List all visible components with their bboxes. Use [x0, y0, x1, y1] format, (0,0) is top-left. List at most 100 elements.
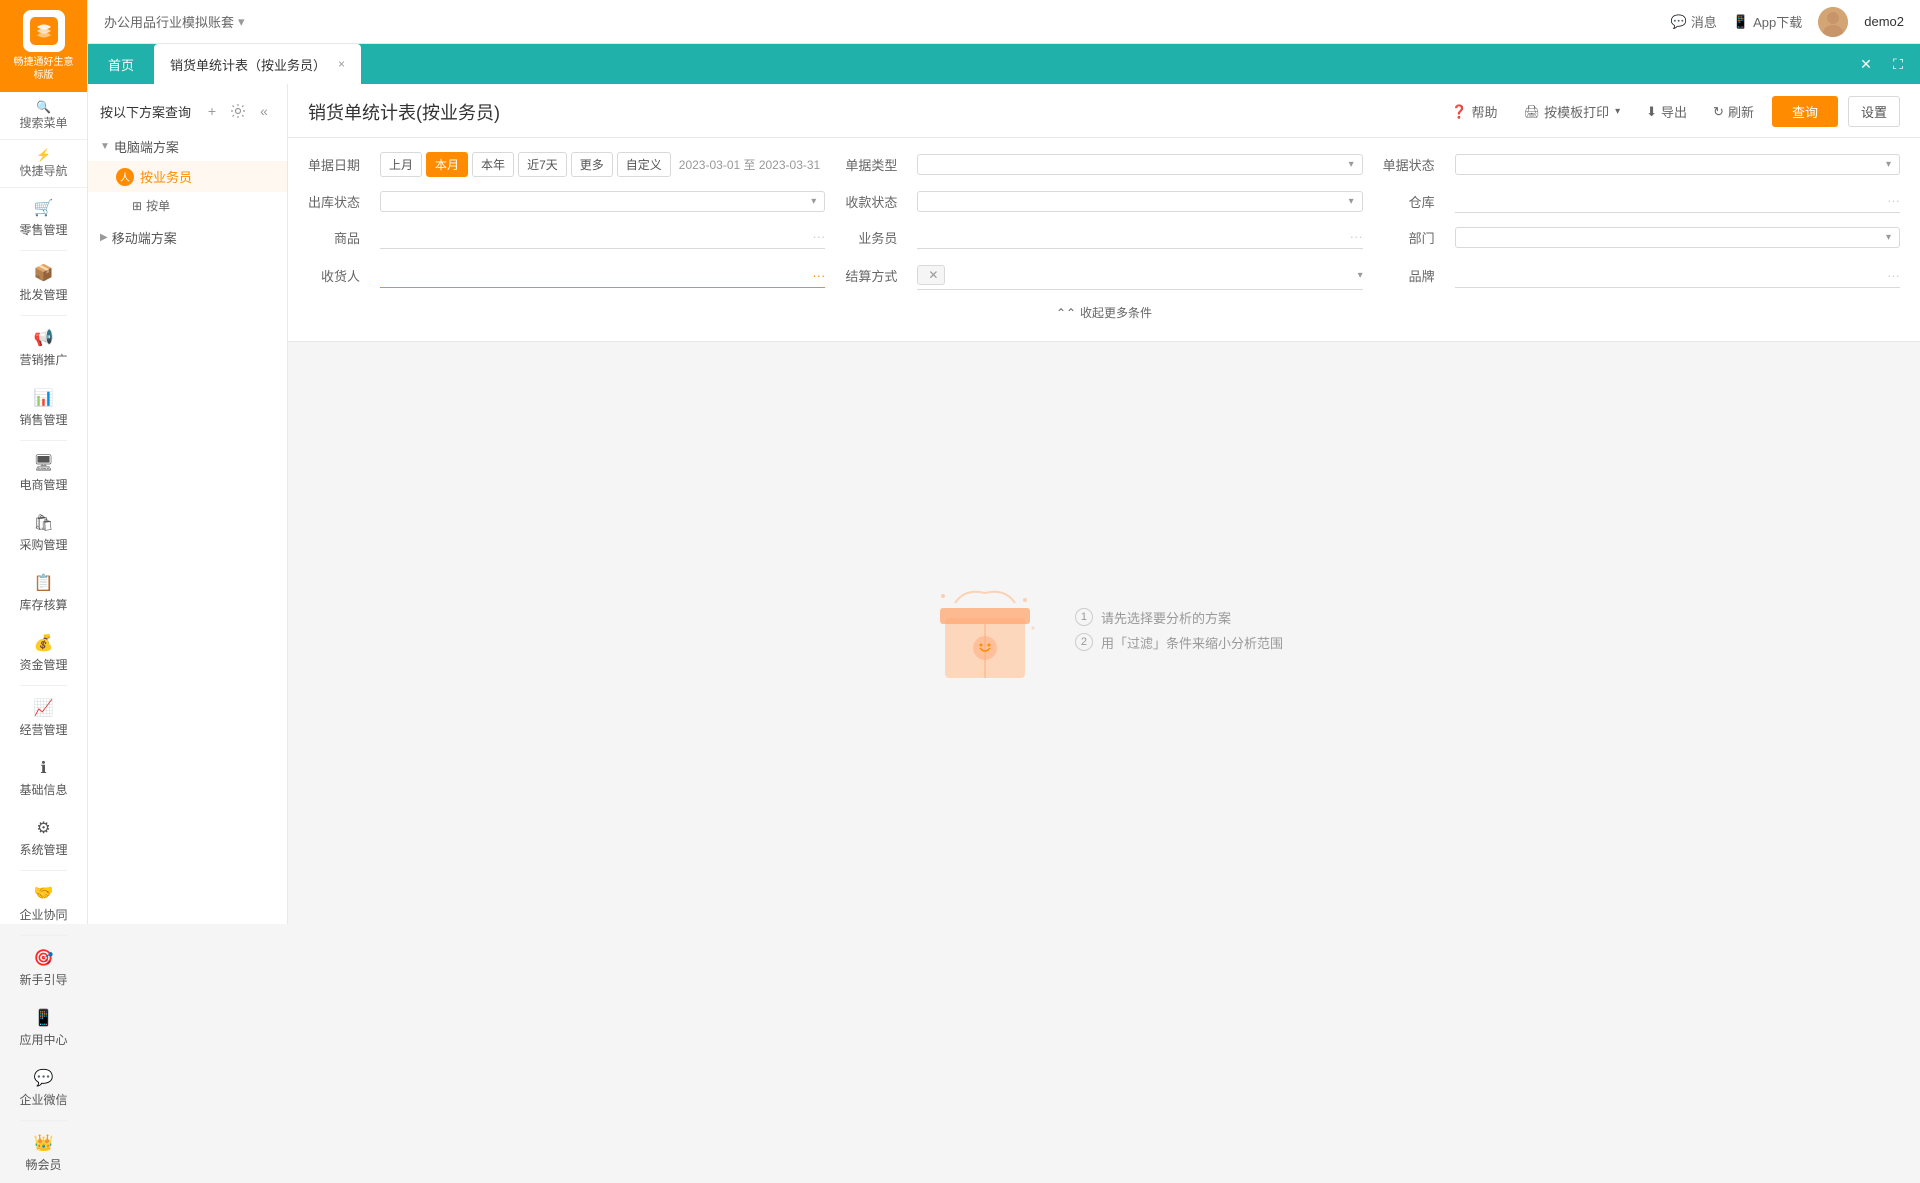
avatar[interactable]	[1818, 7, 1848, 37]
receipt-status-select[interactable]: ▾	[917, 191, 1362, 212]
panel-item-salesperson[interactable]: 人 按业务员	[88, 161, 287, 192]
username-label[interactable]: demo2	[1864, 14, 1904, 29]
sidebar-item-6[interactable]: 📋 库存核算	[14, 563, 72, 623]
salesperson-dots-icon[interactable]: ···	[1350, 229, 1363, 244]
sidebar-item-icon-15: 👑	[34, 1133, 54, 1153]
page-title: 销货单统计表(按业务员)	[308, 99, 500, 125]
doc-status-arrow-icon: ▾	[1866, 159, 1891, 170]
warehouse-dots-icon[interactable]: ···	[1887, 193, 1900, 208]
brand-dots-icon[interactable]: ···	[1887, 268, 1900, 283]
tabbar-close-btn[interactable]: ✕	[1852, 50, 1880, 78]
query-btn[interactable]: 查询	[1772, 96, 1838, 127]
content-area: 按以下方案查询 + « ▼ 电脑端方案	[88, 84, 1920, 924]
breadcrumb-text: 办公用品行业模拟账套	[104, 12, 234, 31]
settings-btn[interactable]: 设置	[1848, 96, 1900, 127]
date-btn-custom[interactable]: 自定义	[617, 152, 671, 177]
sidebar-item-icon-7: 💰	[34, 633, 54, 653]
salesperson-item-label: 按业务员	[140, 167, 192, 186]
panel-header: 按以下方案查询 + «	[88, 94, 287, 128]
export-btn[interactable]: ⬇ 导出	[1638, 98, 1695, 125]
subitem-label: 按单	[146, 197, 170, 214]
sidebar-item-13[interactable]: 📱 应用中心	[14, 998, 72, 1058]
settlement-dropdown-icon[interactable]: ▾	[1358, 270, 1363, 281]
date-btn-more[interactable]: 更多	[571, 152, 613, 177]
sidebar: 畅捷通好生意 标版 🔍 搜索菜单 ⚡ 快捷导航 🛒 零售管理 📦 批发管理 📢 …	[0, 0, 88, 924]
sidebar-item-10[interactable]: ⚙ 系统管理	[14, 808, 72, 868]
tab-home[interactable]: 首页	[88, 44, 154, 84]
sidebar-item-label-9: 基础信息	[19, 781, 67, 798]
sidebar-item-4[interactable]: 🖥 电商管理	[14, 443, 72, 503]
app-subtitle: 标版	[5, 69, 82, 82]
out-status-label: 出库状态	[308, 192, 360, 211]
panel-section-mobile: ▶ 移动端方案	[88, 223, 287, 252]
app-logo[interactable]: 畅捷通好生意 标版	[0, 0, 87, 92]
sidebar-item-11[interactable]: 🤝 企业协同	[14, 873, 72, 933]
department-arrow-icon: ▾	[1866, 232, 1891, 243]
sidebar-item-7[interactable]: 💰 资金管理	[14, 623, 72, 683]
sidebar-item-label-10: 系统管理	[19, 841, 67, 858]
sidebar-item-14[interactable]: 💬 企业微信	[14, 1058, 72, 1118]
date-btn-7days[interactable]: 近7天	[518, 152, 567, 177]
sidebar-item-5[interactable]: 🛍 采购管理	[14, 503, 72, 563]
settlement-tag-remove-btn[interactable]: ✕	[928, 268, 938, 282]
sidebar-item-label-13: 应用中心	[19, 1031, 67, 1048]
tab-active[interactable]: 销货单统计表（按业务员） ×	[154, 44, 361, 84]
panel-subitem-by-order[interactable]: ⊞ 按单	[88, 192, 287, 219]
sidebar-item-3[interactable]: 📊 销售管理	[14, 378, 72, 438]
sidebar-item-label-11: 企业协同	[19, 906, 67, 923]
refresh-icon: ↻	[1713, 104, 1724, 120]
sidebar-search[interactable]: 🔍 搜索菜单	[0, 92, 87, 140]
tabbar-maximize-btn[interactable]: ⛶	[1884, 50, 1912, 78]
quick-nav[interactable]: ⚡ 快捷导航	[0, 140, 87, 188]
department-select[interactable]: ▾	[1455, 227, 1900, 248]
tabbar-controls: ✕ ⛶	[1852, 50, 1920, 78]
refresh-btn[interactable]: ↻ 刷新	[1705, 98, 1762, 125]
sidebar-item-icon-2: 📢	[34, 328, 54, 348]
doc-status-label: 单据状态	[1383, 155, 1435, 174]
sidebar-item-8[interactable]: 📈 经营管理	[14, 688, 72, 748]
sidebar-item-label-15: 畅会员	[25, 1156, 61, 1173]
nav-label: 快捷导航	[5, 162, 82, 179]
date-btn-lastmonth[interactable]: 上月	[380, 152, 422, 177]
app-download-btn[interactable]: 📱 App下载	[1733, 12, 1802, 31]
left-panel: 按以下方案查询 + « ▼ 电脑端方案	[88, 84, 288, 924]
receipt-status-arrow-icon: ▾	[1329, 196, 1354, 207]
brand-label: 品牌	[1383, 266, 1435, 285]
sidebar-item-icon-4: 🖥	[33, 453, 53, 473]
collapse-btn[interactable]: ⌃⌃ 收起更多条件	[1050, 298, 1158, 327]
doc-type-select[interactable]: ▾	[917, 154, 1362, 175]
sidebar-item-1[interactable]: 📦 批发管理	[14, 253, 72, 313]
sidebar-item-label-7: 资金管理	[19, 656, 67, 673]
panel-section-mobile-header[interactable]: ▶ 移动端方案	[88, 223, 287, 252]
panel-collapse-btn[interactable]: «	[253, 100, 275, 122]
tab-close-btn[interactable]: ×	[338, 57, 345, 71]
product-label: 商品	[308, 228, 360, 247]
panel-settings-btn[interactable]	[227, 100, 249, 122]
sidebar-item-icon-1: 📦	[34, 263, 54, 283]
product-dots-icon[interactable]: ···	[812, 229, 825, 244]
help-label: 帮助	[1472, 102, 1498, 121]
empty-steps: 1 请先选择要分析的方案 2 用「过滤」条件来缩小分析范围	[1075, 608, 1283, 658]
sidebar-item-0[interactable]: 🛒 零售管理	[14, 188, 72, 248]
sidebar-item-2[interactable]: 📢 营销推广	[14, 318, 72, 378]
refresh-label: 刷新	[1728, 102, 1754, 121]
date-btn-thismonth[interactable]: 本月	[426, 152, 468, 177]
sidebar-item-label-8: 经营管理	[19, 721, 67, 738]
sidebar-item-12[interactable]: 🎯 新手引导	[14, 938, 72, 998]
doc-status-select[interactable]: ▾	[1455, 154, 1900, 175]
date-label: 单据日期	[308, 155, 360, 174]
date-btn-thisyear[interactable]: 本年	[472, 152, 514, 177]
out-status-select[interactable]: ▾	[380, 191, 825, 212]
sidebar-item-label-3: 销售管理	[19, 411, 67, 428]
settlement-label: 结算方式	[845, 266, 897, 285]
page-header-actions: ❓ 帮助 🖨 按模板打印 ▾ ⬇ 导出 ↻ 刷新	[1443, 96, 1900, 127]
panel-section-desktop-header[interactable]: ▼ 电脑端方案	[88, 132, 287, 161]
recipient-dots-icon[interactable]: ···	[812, 268, 825, 283]
sidebar-item-15[interactable]: 👑 畅会员	[14, 1123, 72, 1183]
help-btn[interactable]: ❓ 帮助	[1443, 98, 1505, 125]
message-btn[interactable]: 💬 消息	[1671, 12, 1717, 31]
page-header: 销货单统计表(按业务员) ❓ 帮助 🖨 按模板打印 ▾ ⬇ 导出	[288, 84, 1920, 138]
sidebar-item-9[interactable]: ℹ 基础信息	[14, 748, 72, 808]
panel-add-btn[interactable]: +	[201, 100, 223, 122]
print-btn[interactable]: 🖨 按模板打印 ▾	[1516, 98, 1629, 125]
